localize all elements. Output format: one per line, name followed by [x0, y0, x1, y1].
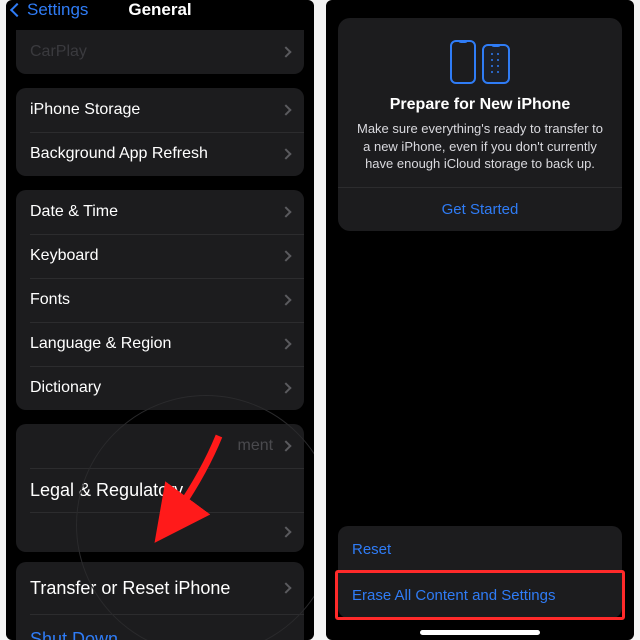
two-iphones-icon [352, 36, 608, 84]
row-transfer-reset[interactable]: Transfer or Reset iPhone [16, 562, 304, 614]
label: Background App Refresh [30, 145, 208, 163]
row-language-region[interactable]: Language & Region [16, 322, 304, 366]
get-started-button[interactable]: Get Started [352, 188, 608, 231]
row-erase-all[interactable]: Erase All Content and Settings [338, 572, 622, 618]
group-locale: Date & Time Keyboard Fonts Language & Re… [16, 190, 304, 410]
row-background-refresh[interactable]: Background App Refresh [16, 132, 304, 176]
label: Shut Down [30, 629, 118, 640]
label: CarPlay [30, 43, 87, 61]
chevron-right-icon [280, 206, 291, 217]
bottom-group: Reset Erase All Content and Settings [338, 526, 622, 618]
chevron-right-icon [280, 440, 291, 451]
row-iphone-storage[interactable]: iPhone Storage [16, 88, 304, 132]
iphone-outline-icon [450, 40, 476, 84]
row-date-time[interactable]: Date & Time [16, 190, 304, 234]
chevron-right-icon [280, 294, 291, 305]
card-title: Prepare for New iPhone [352, 96, 608, 114]
label: Dictionary [30, 379, 101, 397]
nav-title: General [6, 0, 314, 20]
chevron-right-icon [280, 250, 291, 261]
prepare-card: Prepare for New iPhone Make sure everyth… [338, 18, 622, 231]
row-keyboard[interactable]: Keyboard [16, 234, 304, 278]
chevron-right-icon [280, 104, 291, 115]
chevron-right-icon [280, 338, 291, 349]
group-transfer: Transfer or Reset iPhone Shut Down [16, 562, 304, 640]
left-screenshot: Settings General CarPlay iPhone Storage … [6, 0, 314, 640]
row-fonts[interactable]: Fonts [16, 278, 304, 322]
label-fragment: ment [238, 437, 274, 455]
chevron-right-icon [280, 526, 291, 537]
label: Fonts [30, 291, 70, 309]
label: Legal & Regulatory [30, 480, 183, 501]
group-storage: iPhone Storage Background App Refresh [16, 88, 304, 176]
chevron-right-icon [280, 46, 291, 57]
label: Transfer or Reset iPhone [30, 578, 230, 599]
right-screenshot: Prepare for New iPhone Make sure everyth… [326, 0, 634, 640]
row-legal[interactable]: Legal & Regulatory [16, 468, 304, 512]
card-body: Make sure everything's ready to transfer… [352, 120, 608, 173]
chevron-right-icon [280, 148, 291, 159]
iphone-grid-icon [482, 44, 510, 84]
screenshot-stage: { "left": { "nav": { "back": "Settings",… [0, 0, 640, 640]
row-dictionary[interactable]: Dictionary [16, 366, 304, 410]
label: Date & Time [30, 203, 118, 221]
group-carplay: CarPlay [16, 30, 304, 74]
chevron-right-icon [280, 582, 291, 593]
label: Erase All Content and Settings [352, 587, 555, 604]
home-indicator[interactable] [420, 630, 540, 635]
group-legal: ment Legal & Regulatory [16, 424, 304, 552]
label: Reset [352, 541, 391, 558]
label: iPhone Storage [30, 101, 140, 119]
label: Keyboard [30, 247, 99, 265]
row-carplay[interactable]: CarPlay [16, 30, 304, 74]
row-shut-down[interactable]: Shut Down [16, 614, 304, 640]
label: Language & Region [30, 335, 171, 353]
chevron-right-icon [280, 382, 291, 393]
row-reset[interactable]: Reset [338, 526, 622, 572]
row-fragment[interactable]: ment [16, 424, 304, 468]
nav-bar: Settings General [6, 0, 314, 30]
row-blank[interactable] [16, 512, 304, 552]
